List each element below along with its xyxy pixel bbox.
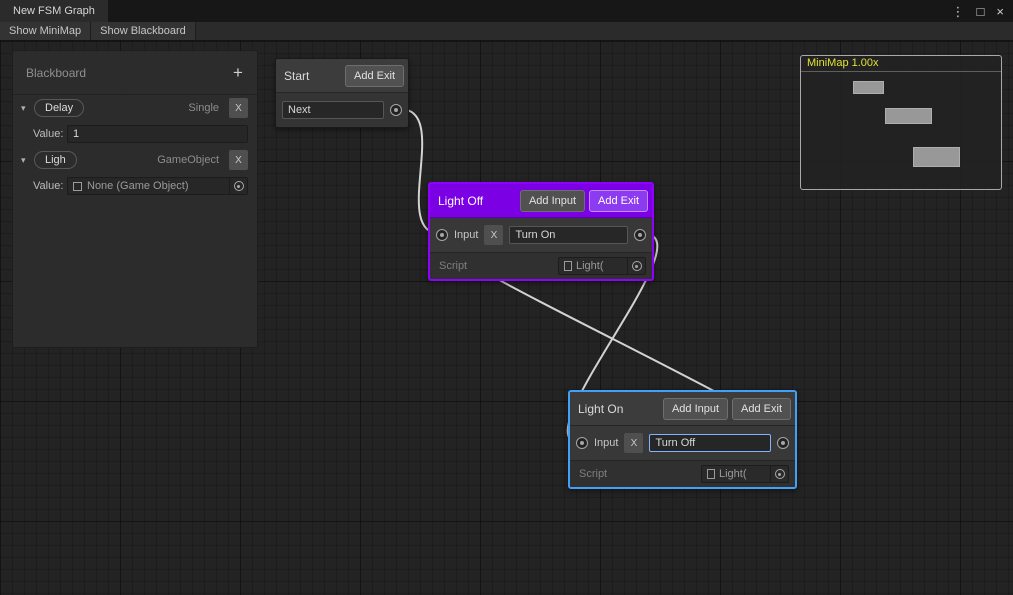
add-exit-button[interactable]: Add Exit bbox=[589, 190, 648, 212]
add-exit-button[interactable]: Add Exit bbox=[732, 398, 791, 420]
value-label: Value: bbox=[21, 128, 67, 140]
node-start[interactable]: Start Add Exit bbox=[275, 58, 409, 128]
script-label: Script bbox=[436, 260, 558, 272]
script-row: Script Light( bbox=[430, 252, 652, 279]
remove-input-button[interactable]: X bbox=[624, 433, 643, 453]
minimap-node-rect bbox=[853, 81, 884, 94]
picker-dot-icon bbox=[635, 265, 638, 268]
add-input-button[interactable]: Add Input bbox=[663, 398, 728, 420]
titlebar-spacer bbox=[108, 0, 952, 22]
blackboard-add-button[interactable]: + bbox=[225, 63, 251, 83]
window-titlebar: New FSM Graph ⋮ □ × bbox=[0, 0, 1013, 22]
node-start-header[interactable]: Start Add Exit bbox=[276, 59, 408, 93]
input-label: Input bbox=[454, 229, 478, 241]
value-label: Value: bbox=[21, 180, 67, 192]
node-light-off[interactable]: Light Off Add Input Add Exit Input X Scr… bbox=[428, 182, 654, 281]
blackboard-header: Blackboard + bbox=[13, 51, 257, 95]
show-minimap-button[interactable]: Show MiniMap bbox=[0, 22, 91, 40]
script-object-value: Light( bbox=[719, 468, 770, 480]
chevron-down-icon[interactable]: ▾ bbox=[21, 103, 34, 114]
graph-tab-label: New FSM Graph bbox=[13, 5, 95, 17]
add-input-button[interactable]: Add Input bbox=[520, 190, 585, 212]
script-object-value: Light( bbox=[576, 260, 627, 272]
variable-delete-button[interactable]: X bbox=[229, 150, 248, 170]
blackboard-variable-row: ▾ Delay Single X bbox=[13, 95, 257, 121]
window-menu-icon[interactable]: ⋮ bbox=[952, 5, 965, 18]
output-port-icon[interactable] bbox=[634, 229, 646, 241]
script-file-icon bbox=[564, 261, 572, 271]
input-label: Input bbox=[594, 437, 618, 449]
add-exit-button[interactable]: Add Exit bbox=[345, 65, 404, 87]
input-port-icon[interactable] bbox=[576, 437, 588, 449]
chevron-down-icon[interactable]: ▾ bbox=[21, 155, 34, 166]
input-port-icon[interactable] bbox=[436, 229, 448, 241]
window-controls: ⋮ □ × bbox=[952, 0, 1013, 22]
port-dot-icon bbox=[394, 108, 398, 112]
graph-document-tab[interactable]: New FSM Graph bbox=[0, 0, 108, 22]
show-blackboard-button[interactable]: Show Blackboard bbox=[91, 22, 196, 40]
port-dot-icon bbox=[638, 233, 642, 237]
exit-name-input[interactable] bbox=[282, 101, 384, 119]
fsm-graph-window: New FSM Graph ⋮ □ × Show MiniMap Show Bl… bbox=[0, 0, 1013, 595]
blackboard-variable-row: ▾ Ligh GameObject X bbox=[13, 147, 257, 173]
port-dot-icon bbox=[580, 441, 584, 445]
remove-input-button[interactable]: X bbox=[484, 225, 503, 245]
input-exit-row: Input X bbox=[570, 426, 795, 460]
graph-toolbar: Show MiniMap Show Blackboard bbox=[0, 22, 1013, 41]
variable-delete-button[interactable]: X bbox=[229, 98, 248, 118]
node-title: Light On bbox=[570, 402, 663, 416]
script-row: Script Light( bbox=[570, 460, 795, 487]
variable-name-pill[interactable]: Ligh bbox=[34, 151, 77, 169]
exit-name-input[interactable] bbox=[509, 226, 628, 244]
picker-dot-icon bbox=[778, 473, 781, 476]
graph-canvas[interactable]: Blackboard + ▾ Delay Single X Value: ▾ L… bbox=[0, 41, 1013, 595]
variable-type-label: Single bbox=[188, 102, 219, 114]
variable-name-pill[interactable]: Delay bbox=[34, 99, 84, 117]
script-object-field[interactable]: Light( bbox=[558, 257, 646, 275]
picker-ring-icon bbox=[632, 261, 642, 271]
script-file-icon bbox=[707, 469, 715, 479]
output-port-icon[interactable] bbox=[390, 104, 402, 116]
delay-value-input[interactable] bbox=[67, 125, 248, 143]
gameobject-cube-icon bbox=[73, 181, 82, 190]
node-title: Start bbox=[276, 69, 345, 83]
minimap-node-rect bbox=[913, 147, 960, 167]
script-label: Script bbox=[576, 468, 701, 480]
object-picker-icon[interactable] bbox=[627, 258, 645, 274]
node-light-off-header[interactable]: Light Off Add Input Add Exit bbox=[430, 184, 652, 218]
node-light-on-header[interactable]: Light On Add Input Add Exit bbox=[570, 392, 795, 426]
window-close-icon[interactable]: × bbox=[996, 5, 1004, 18]
minimap-node-rect bbox=[885, 108, 932, 124]
blackboard-panel: Blackboard + ▾ Delay Single X Value: ▾ L… bbox=[12, 50, 258, 348]
object-picker-icon[interactable] bbox=[229, 178, 247, 194]
minimap-panel[interactable]: MiniMap 1.00x bbox=[800, 55, 1002, 190]
output-port-icon[interactable] bbox=[777, 437, 789, 449]
gameobject-value-field[interactable]: None (Game Object) bbox=[67, 177, 248, 195]
window-maximize-icon[interactable]: □ bbox=[977, 5, 985, 18]
node-title: Light Off bbox=[430, 194, 520, 208]
port-dot-icon bbox=[781, 441, 785, 445]
picker-ring-icon bbox=[775, 469, 785, 479]
input-exit-row: Input X bbox=[430, 218, 652, 252]
picker-dot-icon bbox=[237, 185, 240, 188]
minimap-title: MiniMap 1.00x bbox=[801, 56, 1001, 72]
blackboard-value-row: Value: bbox=[13, 121, 257, 147]
blackboard-value-row: Value: None (Game Object) bbox=[13, 173, 257, 199]
picker-ring-icon bbox=[234, 181, 244, 191]
exit-row bbox=[276, 93, 408, 127]
script-object-field[interactable]: Light( bbox=[701, 465, 789, 483]
variable-type-label: GameObject bbox=[157, 154, 219, 166]
node-light-on[interactable]: Light On Add Input Add Exit Input X Scri… bbox=[568, 390, 797, 489]
blackboard-title: Blackboard bbox=[26, 66, 225, 80]
object-field-value: None (Game Object) bbox=[87, 180, 229, 192]
object-picker-icon[interactable] bbox=[770, 466, 788, 482]
port-dot-icon bbox=[440, 233, 444, 237]
exit-name-input[interactable] bbox=[649, 434, 771, 452]
